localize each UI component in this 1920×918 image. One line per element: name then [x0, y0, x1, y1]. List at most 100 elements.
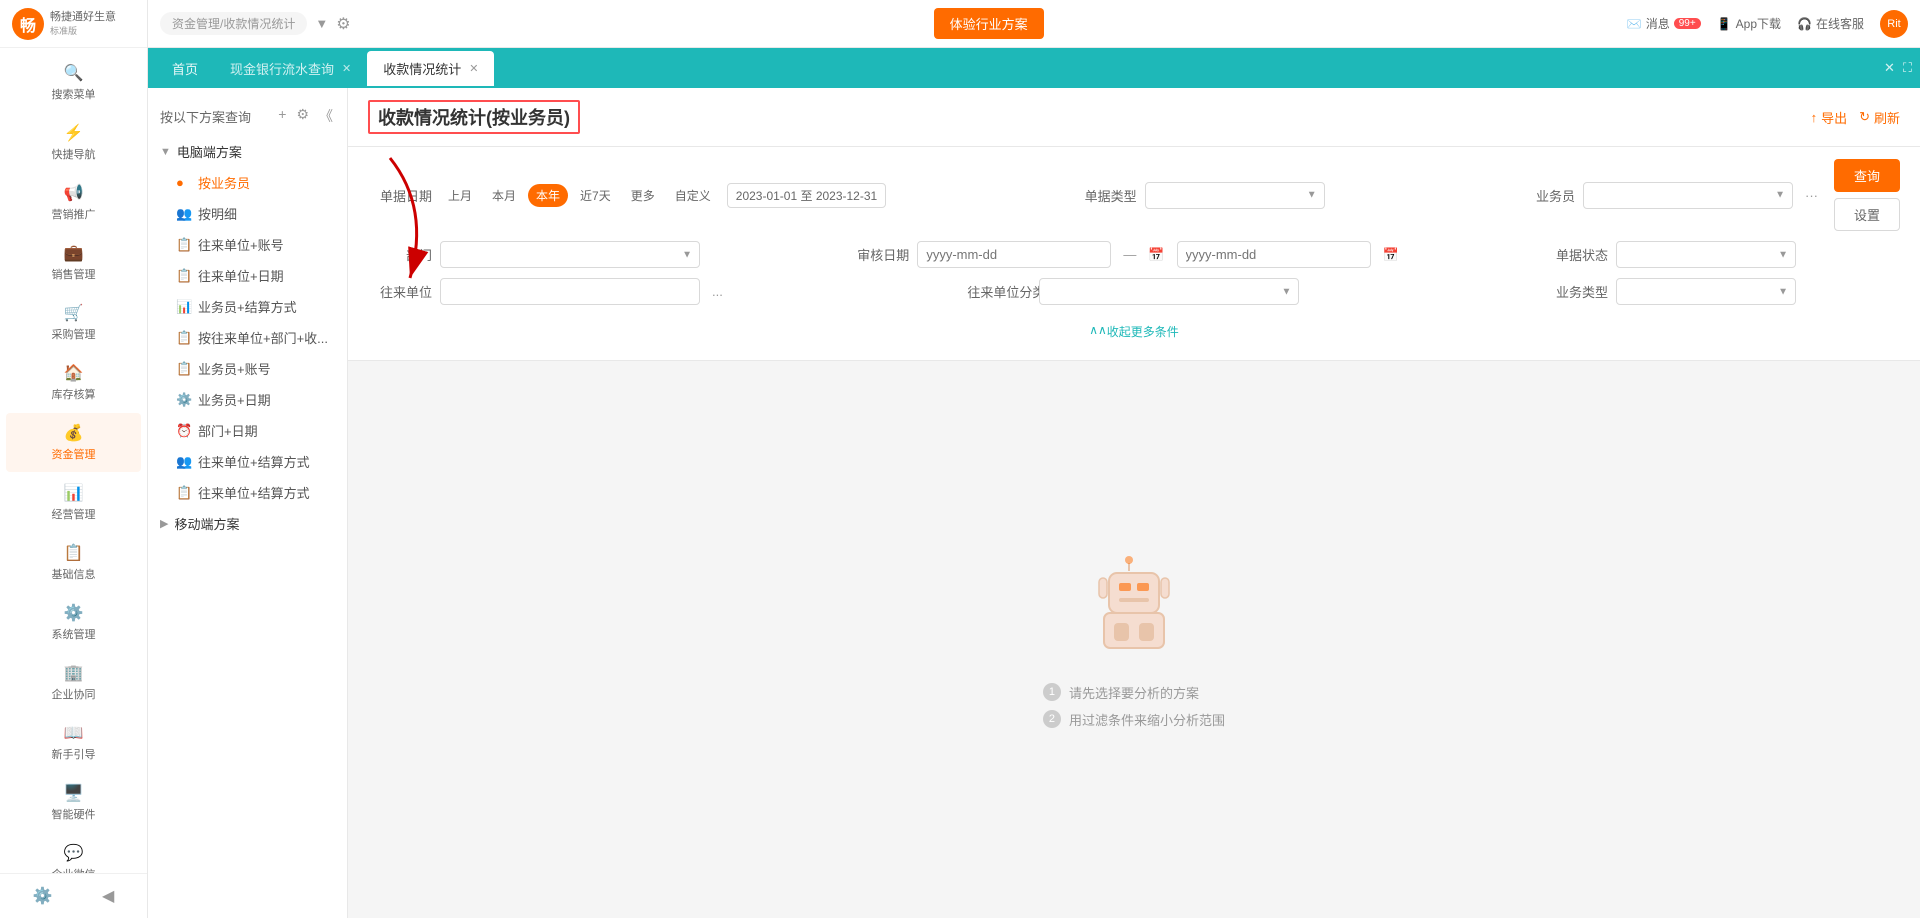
- empty-steps: 1 请先选择要分析的方案 2 用过滤条件来缩小分析范围: [1043, 683, 1225, 737]
- guide-icon: 📖: [64, 723, 84, 743]
- inventory-icon: 🏠: [64, 363, 84, 383]
- sidebar-item-sales[interactable]: 💼 销售管理: [6, 233, 141, 292]
- filter-row-3: 往来单位 ... 往来单位分类 业务: [368, 278, 1900, 305]
- scheme-item-unit-dept-collection[interactable]: 📋 按往来单位+部门+收...: [148, 322, 347, 353]
- export-button[interactable]: ↑ 导出: [1811, 108, 1848, 127]
- sidebar-item-guide[interactable]: 📖 新手引导: [6, 713, 141, 772]
- trading-unit-input[interactable]: [440, 278, 700, 305]
- message-icon: ✉️: [1627, 17, 1642, 31]
- trading-unit-category-select[interactable]: [1039, 278, 1299, 305]
- scheme-item-by-detail[interactable]: 👥 按明细: [148, 198, 347, 229]
- online-service-button[interactable]: 🎧 在线客服: [1797, 15, 1864, 32]
- tab-expand-icon[interactable]: ⛶: [1903, 60, 1912, 76]
- scheme-item-icon: ⏰: [176, 423, 192, 439]
- add-scheme-icon[interactable]: +: [276, 104, 288, 128]
- scheme-item-by-salesperson[interactable]: ● 按业务员: [148, 167, 347, 198]
- filter-row-1: 单据日期 上月 本月 本年 近7天 更多 自定义 2023-01-01 至 20…: [368, 159, 1900, 231]
- tab-close-active-icon[interactable]: ✕: [469, 62, 478, 75]
- settings-button[interactable]: 设置: [1834, 198, 1900, 231]
- scheme-item-salesperson-date[interactable]: ⚙️ 业务员+日期: [148, 384, 347, 415]
- sidebar-item-purchase[interactable]: 🛒 采购管理: [6, 293, 141, 352]
- main-area: 资金管理/收款情况统计 ▼ ⚙ 体验行业方案 ✉️ 消息 99+ 📱 App下载…: [148, 0, 1920, 918]
- scheme-item-label: 按业务员: [198, 173, 250, 192]
- scheme-item-unit-date[interactable]: 📋 往来单位+日期: [148, 260, 347, 291]
- date-btn-last-7days[interactable]: 近7天: [572, 184, 619, 207]
- tab-bank-flow[interactable]: 现金银行流水查询 ✕: [214, 51, 367, 86]
- scheme-group-pc-header[interactable]: ▼ 电脑端方案: [148, 136, 347, 167]
- sidebar-item-label: 智能硬件: [52, 806, 96, 822]
- sidebar-item-capital[interactable]: 💰 资金管理: [6, 413, 141, 472]
- query-button[interactable]: 查询: [1834, 159, 1900, 192]
- sidebar-item-wechat[interactable]: 💬 企业微信: [6, 833, 141, 873]
- scheme-item-unit-account[interactable]: 📋 往来单位+账号: [148, 229, 347, 260]
- top-bar-right: ✉️ 消息 99+ 📱 App下载 🎧 在线客服 Rit: [1627, 10, 1908, 38]
- sidebar-item-system[interactable]: ⚙️ 系统管理: [6, 593, 141, 652]
- search-menu-icon: 🔍: [64, 63, 84, 83]
- filter-panel: 单据日期 上月 本月 本年 近7天 更多 自定义 2023-01-01 至 20…: [348, 147, 1920, 361]
- doc-status-select[interactable]: [1616, 241, 1796, 268]
- review-date-end-calendar-icon[interactable]: 📅: [1383, 247, 1399, 263]
- sidebar-item-hardware[interactable]: 🖥️ 智能硬件: [6, 773, 141, 832]
- scheme-item-unit-settlement2[interactable]: 📋 往来单位+结算方式: [148, 477, 347, 508]
- scheme-item-icon: ⚙️: [176, 392, 192, 408]
- sidebar-item-quick-nav[interactable]: ⚡ 快捷导航: [6, 113, 141, 172]
- collapse-label: 收起更多条件: [1107, 323, 1179, 340]
- tab-close-icon[interactable]: ✕: [342, 62, 351, 75]
- settings-bottom-icon[interactable]: ⚙️: [29, 882, 57, 910]
- date-btn-this-year[interactable]: 本年: [528, 184, 568, 207]
- user-avatar[interactable]: Rit: [1880, 10, 1908, 38]
- date-btn-custom[interactable]: 自定义: [667, 184, 719, 207]
- sidebar-item-operation[interactable]: 📊 经营管理: [6, 473, 141, 532]
- logo-badge: 标准版: [50, 24, 116, 37]
- sidebar-item-basic[interactable]: 📋 基础信息: [6, 533, 141, 592]
- group-label: 移动端方案: [174, 514, 239, 533]
- sidebar-item-marketing[interactable]: 📢 营销推广: [6, 173, 141, 232]
- refresh-button[interactable]: ↻ 刷新: [1859, 108, 1900, 127]
- topbar-settings-icon[interactable]: ⚙: [336, 14, 350, 34]
- tab-collection-stat[interactable]: 收款情况统计 ✕: [367, 51, 494, 86]
- date-btn-this-month[interactable]: 本月: [484, 184, 524, 207]
- scheme-settings-icon[interactable]: ⚙: [294, 104, 311, 128]
- app-download-icon: 📱: [1717, 17, 1732, 31]
- salesperson-more-icon[interactable]: ···: [1805, 188, 1818, 203]
- scheme-item-icon: 📊: [176, 299, 192, 315]
- scheme-item-salesperson-account[interactable]: 📋 业务员+账号: [148, 353, 347, 384]
- collapse-sidebar-icon[interactable]: ◀: [98, 882, 118, 910]
- date-btn-more[interactable]: 更多: [623, 184, 663, 207]
- date-btn-last-month[interactable]: 上月: [440, 184, 480, 207]
- scheme-group-pc: ▼ 电脑端方案 ● 按业务员 👥 按明细 📋 往来单位+账号: [148, 136, 347, 508]
- doc-type-select-wrapper: [1145, 182, 1325, 209]
- sidebar-item-label: 基础信息: [52, 566, 96, 582]
- review-date-start-input[interactable]: [917, 241, 1111, 268]
- dept-label: 部门: [368, 245, 432, 264]
- breadcrumb-dropdown-icon[interactable]: ▼: [315, 16, 328, 31]
- scheme-item-dept-date[interactable]: ⏰ 部门+日期: [148, 415, 347, 446]
- date-range-text: 2023-01-01 至 2023-12-31: [736, 187, 877, 204]
- date-input-range[interactable]: 2023-01-01 至 2023-12-31: [727, 183, 886, 208]
- review-date-end-input[interactable]: [1177, 241, 1371, 268]
- salesperson-input[interactable]: [1583, 182, 1793, 209]
- sidebar-item-enterprise[interactable]: 🏢 企业协同: [6, 653, 141, 712]
- scheme-collapse-icon[interactable]: 《: [317, 104, 335, 128]
- collapse-bar[interactable]: ∧∧ 收起更多条件: [368, 315, 1900, 348]
- scheme-group-mobile-header[interactable]: ▶ 移动端方案: [148, 508, 347, 539]
- query-panel-title: 按以下方案查询: [160, 107, 251, 126]
- tab-close-all-icon[interactable]: ✕: [1884, 60, 1895, 76]
- tab-home[interactable]: 首页: [156, 51, 214, 86]
- app-logo: 畅 畅捷通好生意 标准版: [0, 0, 147, 48]
- sidebar-item-search-menu[interactable]: 🔍 搜索菜单: [6, 53, 141, 112]
- scheme-item-salesperson-settlement[interactable]: 📊 业务员+结算方式: [148, 291, 347, 322]
- scheme-item-unit-settlement1[interactable]: 👥 往来单位+结算方式: [148, 446, 347, 477]
- review-date-start-calendar-icon[interactable]: 📅: [1148, 247, 1164, 263]
- group-arrow-icon: ▼: [160, 146, 171, 158]
- dept-select[interactable]: [440, 241, 700, 268]
- message-button[interactable]: ✉️ 消息 99+: [1627, 15, 1701, 32]
- trial-button[interactable]: 体验行业方案: [934, 8, 1044, 39]
- app-download-button[interactable]: 📱 App下载: [1717, 15, 1781, 32]
- business-type-select[interactable]: [1616, 278, 1796, 305]
- export-icon: ↑: [1811, 110, 1818, 125]
- sidebar-item-inventory[interactable]: 🏠 库存核算: [6, 353, 141, 412]
- doc-type-select[interactable]: [1145, 182, 1325, 209]
- filter-doc-type-item: 单据类型: [1073, 182, 1325, 209]
- trading-unit-more-icon[interactable]: ...: [712, 284, 723, 299]
